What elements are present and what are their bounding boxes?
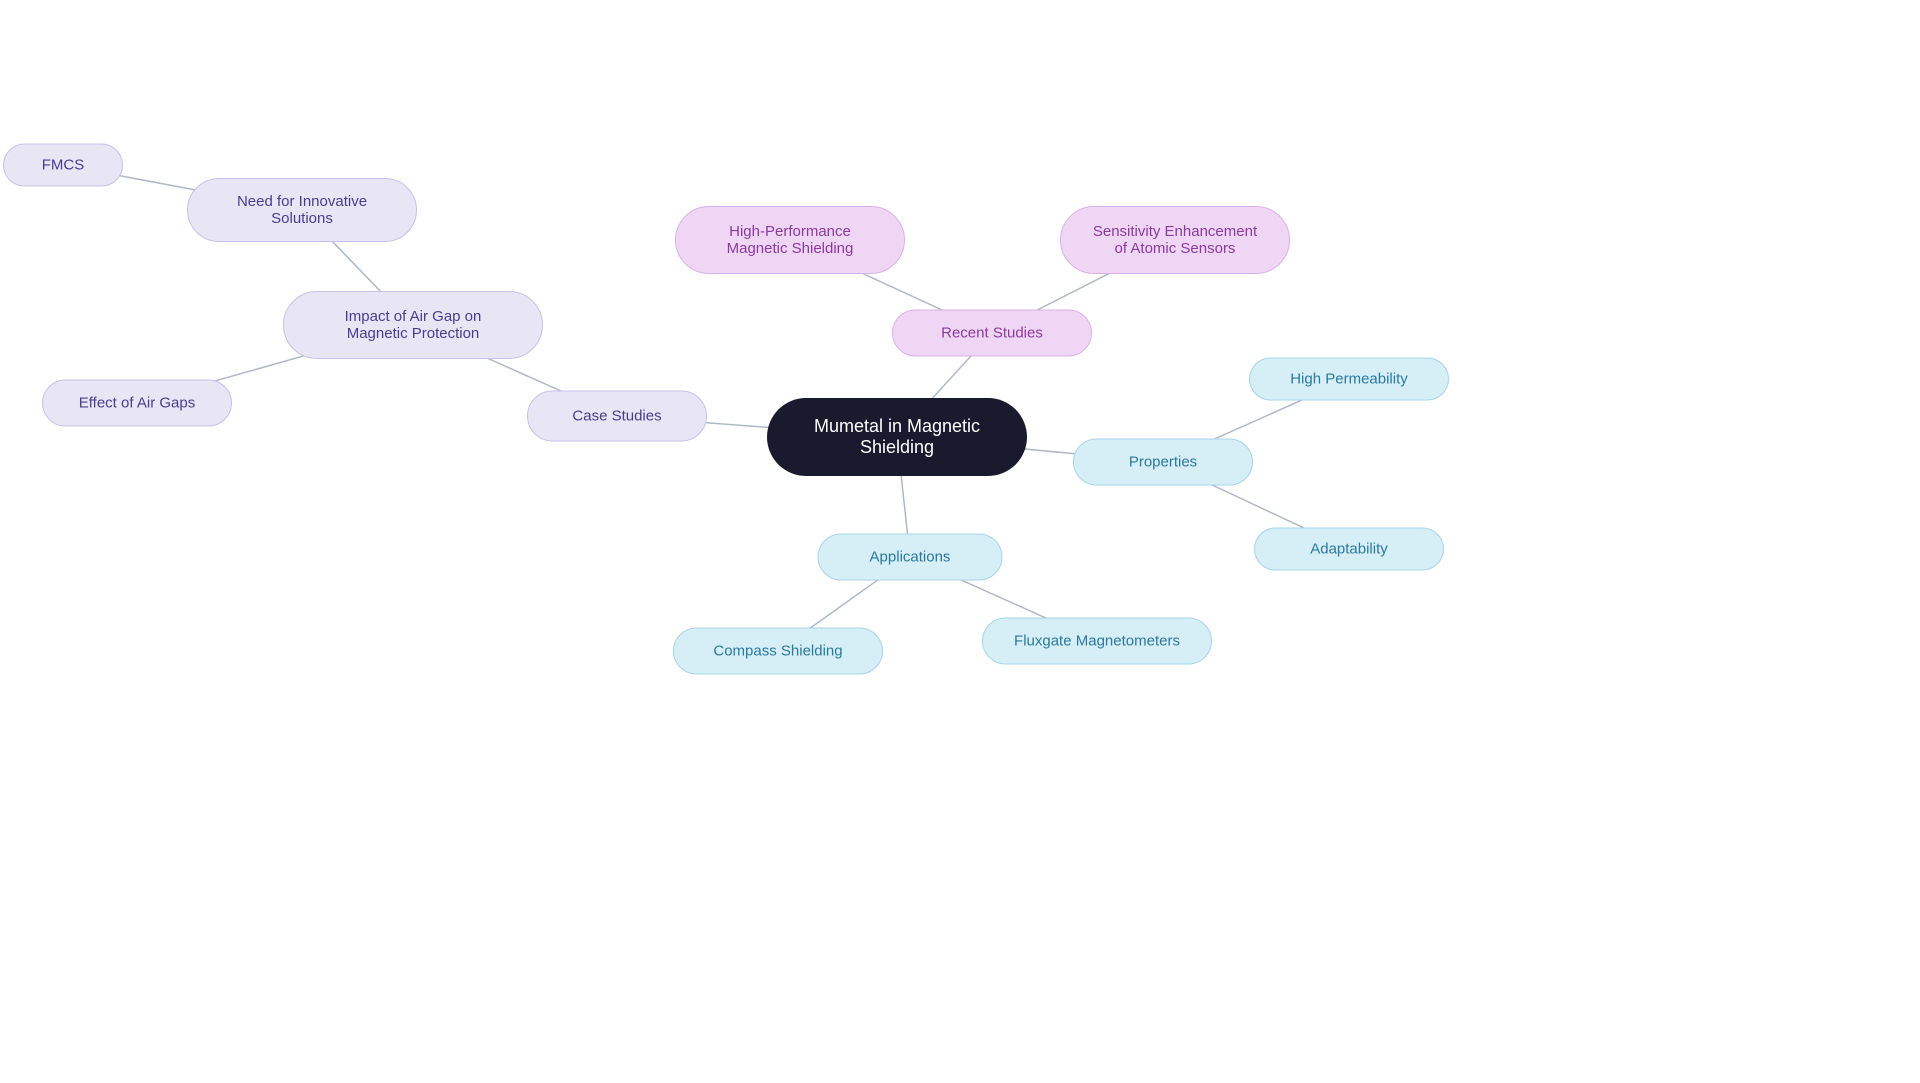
compass-shielding-label: Compass Shielding (713, 643, 842, 660)
recent-studies-label: Recent Studies (941, 325, 1043, 342)
need-innovative-node[interactable]: Need for Innovative Solutions (187, 178, 417, 242)
high-permeability-node[interactable]: High Permeability (1249, 358, 1449, 401)
case-studies-label: Case Studies (572, 408, 661, 425)
high-performance-node[interactable]: High-Performance Magnetic Shielding (675, 206, 905, 274)
need-innovative-label: Need for Innovative Solutions (214, 193, 390, 227)
effect-air-gaps-node[interactable]: Effect of Air Gaps (42, 380, 232, 427)
case-studies-node[interactable]: Case Studies (527, 391, 707, 442)
high-performance-label: High-Performance Magnetic Shielding (704, 223, 876, 257)
fluxgate-magnetometers-node[interactable]: Fluxgate Magnetometers (982, 618, 1212, 665)
applications-node[interactable]: Applications (818, 534, 1003, 581)
effect-air-gaps-label: Effect of Air Gaps (79, 395, 195, 412)
impact-air-gap-label: Impact of Air Gap on Magnetic Protection (314, 308, 512, 342)
central-node[interactable]: Mumetal in Magnetic Shielding (767, 398, 1027, 476)
recent-studies-node[interactable]: Recent Studies (892, 310, 1092, 357)
adaptability-node[interactable]: Adaptability (1254, 528, 1444, 571)
compass-shielding-node[interactable]: Compass Shielding (673, 628, 883, 675)
properties-label: Properties (1129, 454, 1197, 471)
central-label: Mumetal in Magnetic Shielding (803, 416, 991, 458)
sensitivity-enhancement-node[interactable]: Sensitivity Enhancement of Atomic Sensor… (1060, 206, 1290, 274)
properties-node[interactable]: Properties (1073, 439, 1253, 486)
adaptability-label: Adaptability (1310, 541, 1388, 558)
fmcs-node[interactable]: FMCS (3, 144, 123, 187)
applications-label: Applications (870, 549, 951, 566)
high-permeability-label: High Permeability (1290, 371, 1408, 388)
impact-air-gap-node[interactable]: Impact of Air Gap on Magnetic Protection (283, 291, 543, 359)
sensitivity-enhancement-label: Sensitivity Enhancement of Atomic Sensor… (1089, 223, 1261, 257)
fluxgate-magnetometers-label: Fluxgate Magnetometers (1014, 633, 1180, 650)
fmcs-label: FMCS (42, 157, 85, 174)
